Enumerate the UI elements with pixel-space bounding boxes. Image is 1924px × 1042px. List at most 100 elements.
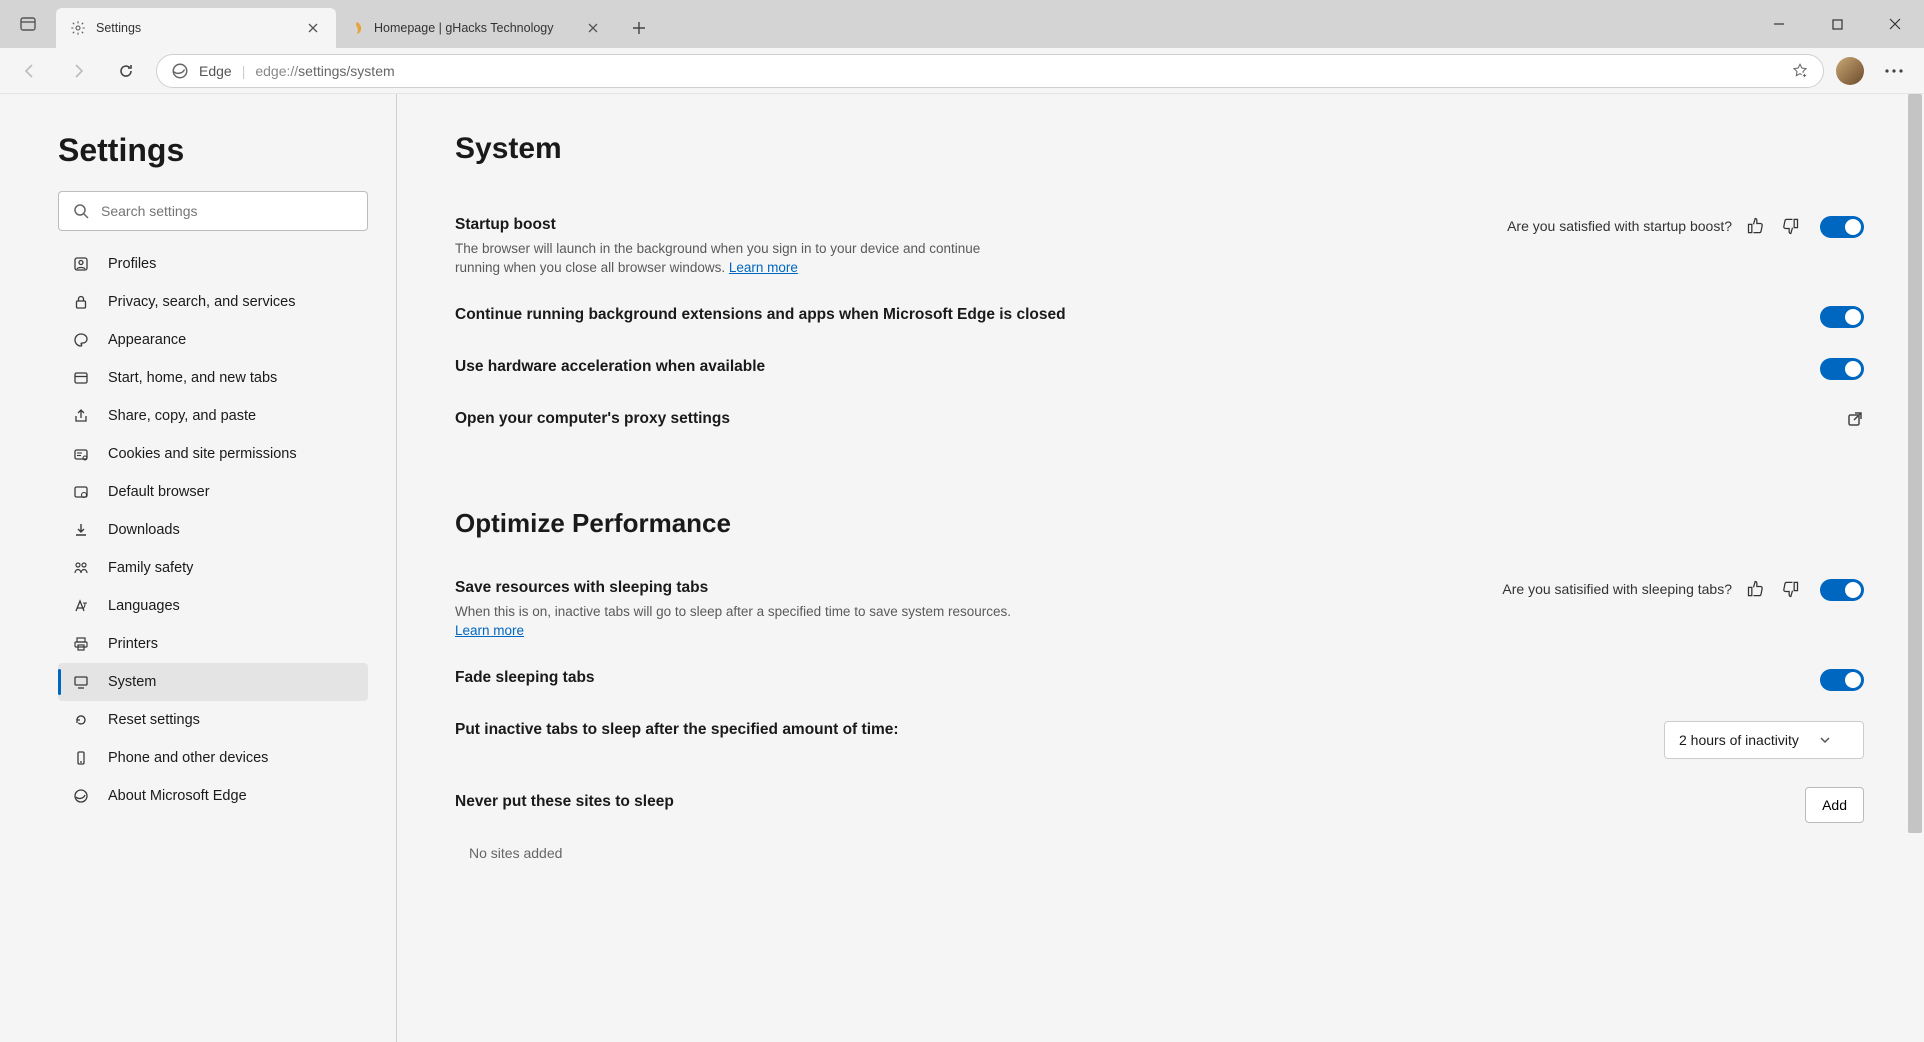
sidebar-item-appearance[interactable]: Appearance — [58, 321, 368, 359]
url-text: edge://settings/system — [255, 63, 1781, 79]
learn-more-link[interactable]: Learn more — [455, 623, 524, 638]
profile-icon — [72, 255, 90, 273]
sidebar-item-label: System — [108, 674, 156, 690]
setting-startup-boost: Startup boost The browser will launch in… — [455, 202, 1864, 292]
sidebar-nav: Profiles Privacy, search, and services A… — [58, 245, 368, 815]
scrollbar-thumb[interactable] — [1908, 94, 1922, 833]
toggle-sleeping-tabs[interactable] — [1820, 579, 1864, 601]
sidebar-item-family[interactable]: Family safety — [58, 549, 368, 587]
tab-strip: Settings Homepage | gHacks Technology — [56, 0, 1750, 48]
profile-avatar[interactable] — [1836, 57, 1864, 85]
select-value: 2 hours of inactivity — [1679, 732, 1799, 748]
sidebar-item-label: Printers — [108, 636, 158, 652]
sidebar-item-share[interactable]: Share, copy, and paste — [58, 397, 368, 435]
sidebar-item-downloads[interactable]: Downloads — [58, 511, 368, 549]
tab-close-button[interactable] — [304, 19, 322, 37]
share-icon — [72, 407, 90, 425]
setting-proxy[interactable]: Open your computer's proxy settings — [455, 396, 1864, 448]
settings-search[interactable] — [58, 191, 368, 231]
close-icon — [588, 23, 598, 33]
sidebar-item-start[interactable]: Start, home, and new tabs — [58, 359, 368, 397]
sidebar-item-label: About Microsoft Edge — [108, 788, 247, 804]
app-menu-button[interactable] — [1876, 53, 1912, 89]
sidebar-item-default-browser[interactable]: Default browser — [58, 473, 368, 511]
setting-fade-tabs: Fade sleeping tabs — [455, 655, 1864, 707]
sidebar-item-label: Profiles — [108, 256, 156, 272]
toggle-fade-tabs[interactable] — [1820, 669, 1864, 691]
tab-ghacks[interactable]: Homepage | gHacks Technology — [336, 8, 616, 48]
sidebar-item-label: Phone and other devices — [108, 750, 268, 766]
sidebar-title: Settings — [58, 132, 368, 169]
sidebar-item-privacy[interactable]: Privacy, search, and services — [58, 283, 368, 321]
sidebar-item-languages[interactable]: Languages — [58, 587, 368, 625]
sleep-time-select[interactable]: 2 hours of inactivity — [1664, 721, 1864, 759]
tab-title: Homepage | gHacks Technology — [374, 21, 574, 35]
minimize-icon — [1773, 18, 1785, 30]
close-window-button[interactable] — [1866, 0, 1924, 48]
titlebar: Settings Homepage | gHacks Technology — [0, 0, 1924, 48]
sidebar-item-phone[interactable]: Phone and other devices — [58, 739, 368, 777]
toggle-startup-boost[interactable] — [1820, 216, 1864, 238]
thumbs-up-button[interactable] — [1746, 216, 1766, 236]
tab-settings[interactable]: Settings — [56, 8, 336, 48]
tab-actions-icon — [19, 15, 37, 33]
sidebar-item-about[interactable]: About Microsoft Edge — [58, 777, 368, 815]
learn-more-link[interactable]: Learn more — [729, 260, 798, 275]
back-button[interactable] — [12, 53, 48, 89]
search-input[interactable] — [101, 203, 353, 219]
sidebar-item-system[interactable]: System — [58, 663, 368, 701]
tab-actions-button[interactable] — [0, 0, 56, 48]
address-bar[interactable]: Edge | edge://settings/system — [156, 54, 1824, 88]
vertical-scrollbar[interactable] — [1908, 94, 1922, 1042]
setting-background-extensions: Continue running background extensions a… — [455, 292, 1864, 344]
chevron-down-icon — [1819, 734, 1831, 746]
sidebar-item-profiles[interactable]: Profiles — [58, 245, 368, 283]
arrow-left-icon — [21, 62, 39, 80]
page-body: Settings Profiles Privacy, search, and s… — [0, 94, 1924, 1042]
forward-button[interactable] — [60, 53, 96, 89]
settings-sidebar: Settings Profiles Privacy, search, and s… — [0, 94, 397, 1042]
palette-icon — [72, 331, 90, 349]
minimize-button[interactable] — [1750, 0, 1808, 48]
gear-icon — [70, 20, 86, 36]
sidebar-item-printers[interactable]: Printers — [58, 625, 368, 663]
feedback-prompt: Are you satisified with sleeping tabs? — [1502, 581, 1732, 597]
sidebar-item-reset[interactable]: Reset settings — [58, 701, 368, 739]
thumbs-up-button[interactable] — [1746, 579, 1766, 599]
add-site-button[interactable]: Add — [1805, 787, 1864, 823]
toggle-hardware-acceleration[interactable] — [1820, 358, 1864, 380]
setting-never-sleep: Never put these sites to sleep Add — [455, 773, 1864, 837]
favorite-button[interactable] — [1791, 62, 1809, 80]
feedback-group: Are you satisfied with startup boost? — [1507, 216, 1800, 236]
thumbs-up-icon — [1746, 216, 1766, 236]
edge-icon — [72, 787, 90, 805]
section-title-optimize: Optimize Performance — [455, 508, 1864, 539]
never-sleep-empty: No sites added — [455, 837, 1864, 865]
sidebar-item-cookies[interactable]: Cookies and site permissions — [58, 435, 368, 473]
setting-title: Save resources with sleeping tabs — [455, 579, 1482, 597]
toggle-background-extensions[interactable] — [1820, 306, 1864, 328]
setting-sleep-time: Put inactive tabs to sleep after the spe… — [455, 707, 1864, 773]
setting-sleeping-tabs: Save resources with sleeping tabs When t… — [455, 565, 1864, 655]
thumbs-down-button[interactable] — [1780, 579, 1800, 599]
window-controls — [1750, 0, 1924, 48]
sidebar-item-label: Family safety — [108, 560, 193, 576]
reload-button[interactable] — [108, 53, 144, 89]
toolbar: Edge | edge://settings/system — [0, 48, 1924, 94]
setting-description: When this is on, inactive tabs will go t… — [455, 603, 1015, 641]
more-icon — [1885, 69, 1903, 73]
divider: | — [242, 63, 246, 79]
sidebar-item-label: Cookies and site permissions — [108, 446, 297, 462]
new-tab-button[interactable] — [622, 11, 656, 45]
thumbs-down-icon — [1780, 579, 1800, 599]
tab-close-button[interactable] — [584, 19, 602, 37]
thumbs-down-button[interactable] — [1780, 216, 1800, 236]
setting-title: Put inactive tabs to sleep after the spe… — [455, 721, 1644, 739]
external-link-icon — [1846, 410, 1864, 428]
sidebar-item-label: Share, copy, and paste — [108, 408, 256, 424]
maximize-button[interactable] — [1808, 0, 1866, 48]
close-icon — [308, 23, 318, 33]
sidebar-item-label: Downloads — [108, 522, 180, 538]
arrow-right-icon — [69, 62, 87, 80]
close-icon — [1889, 18, 1901, 30]
